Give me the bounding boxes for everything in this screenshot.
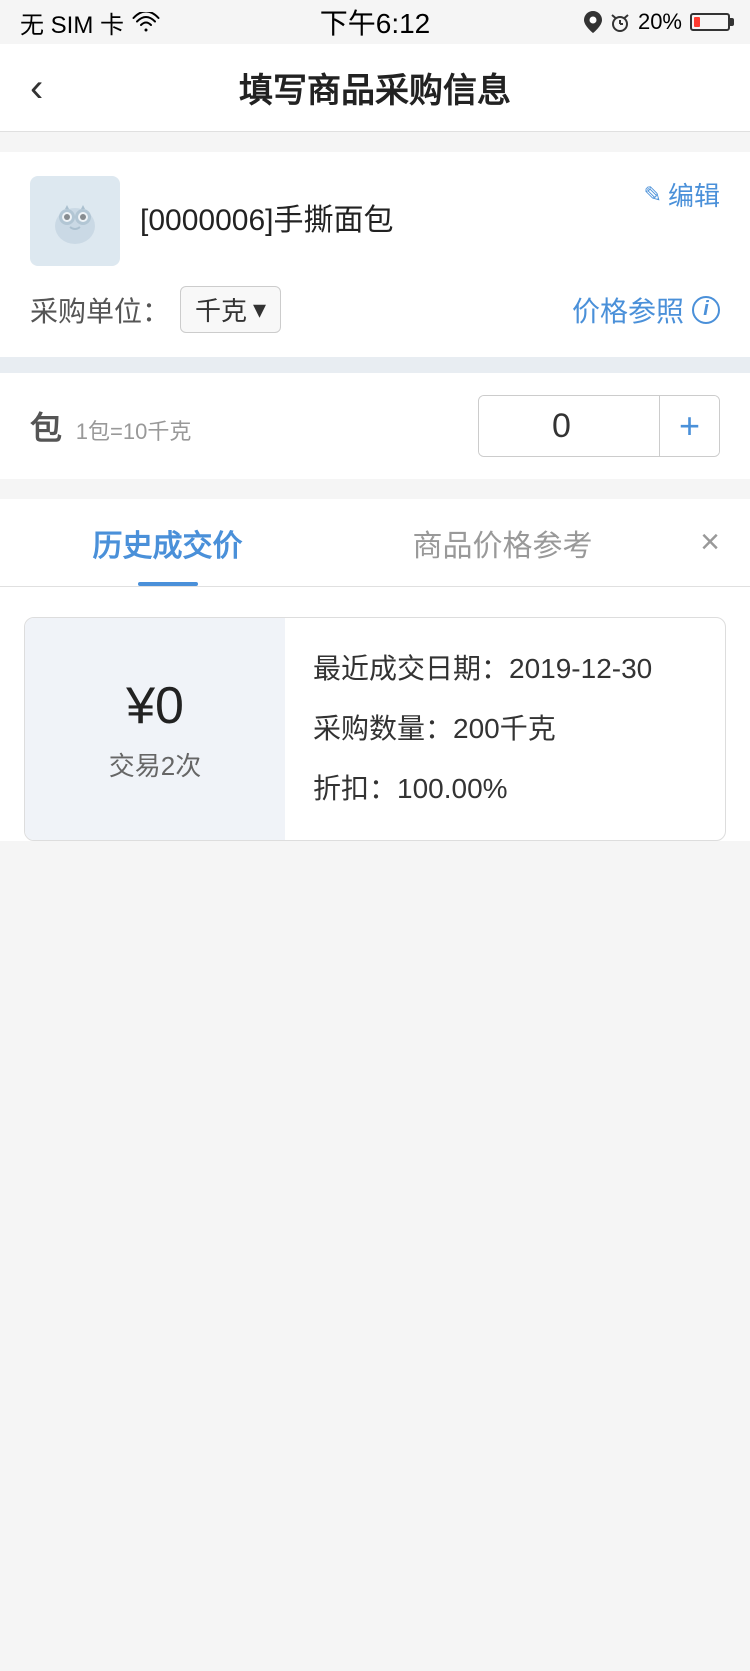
quantity-plus-button[interactable]: + (659, 396, 719, 456)
tab-active-indicator (138, 582, 198, 586)
edit-button[interactable]: ✎ 编辑 (644, 176, 720, 213)
unit-label: 采购单位： (30, 290, 170, 330)
nav-bar: ‹ 填写商品采购信息 (0, 44, 750, 132)
alarm-icon (610, 11, 630, 33)
product-info: [0000006]手撕面包 (30, 176, 393, 266)
product-card: [0000006]手撕面包 ✎ 编辑 采购单位： 千克 ▾ 价格参照 i (0, 152, 750, 357)
history-date-row: 最近成交日期：2019-12-30 (313, 648, 697, 690)
location-icon (584, 11, 602, 33)
divider (0, 357, 750, 373)
reference-panel: 历史成交价 商品价格参考 × ¥0 交易2次 最近成交日期：2019-12-30… (0, 499, 750, 841)
quantity-control: + (478, 395, 720, 457)
status-time: 下午6:12 (320, 2, 431, 42)
battery-icon (690, 13, 730, 31)
package-label: 包 1包=10千克 (30, 403, 191, 449)
quantity-row: 包 1包=10千克 + (0, 373, 750, 479)
main-content (0, 871, 750, 1671)
tab-history-price[interactable]: 历史成交价 (0, 499, 335, 586)
info-icon: i (692, 296, 720, 324)
history-discount-row: 折扣：100.00% (313, 768, 697, 810)
close-button[interactable]: × (670, 499, 750, 586)
wifi-icon (132, 12, 160, 32)
product-name: [0000006]手撕面包 (140, 200, 393, 242)
back-button[interactable]: ‹ (30, 68, 43, 108)
carrier-text: 无 SIM 卡 (20, 5, 124, 40)
edit-icon: ✎ (644, 182, 662, 208)
chevron-down-icon: ▾ (253, 294, 266, 325)
unit-selector[interactable]: 千克 ▾ (180, 286, 281, 333)
history-card: ¥0 交易2次 最近成交日期：2019-12-30 采购数量：200千克 折扣：… (24, 617, 726, 841)
tab-bar: 历史成交价 商品价格参考 × (0, 499, 750, 587)
history-qty-row: 采购数量：200千克 (313, 708, 697, 750)
status-carrier: 无 SIM 卡 (20, 5, 160, 40)
history-price-value: ¥0 (126, 676, 184, 736)
status-right: 20% (584, 9, 730, 35)
history-details: 最近成交日期：2019-12-30 采购数量：200千克 折扣：100.00% (285, 618, 725, 840)
history-price-section: ¥0 交易2次 (25, 618, 285, 840)
page-title: 填写商品采购信息 (239, 63, 511, 112)
quantity-input[interactable] (479, 396, 659, 456)
status-bar: 无 SIM 卡 下午6:12 20% (0, 0, 750, 44)
history-trades-count: 交易2次 (109, 746, 201, 783)
product-thumbnail (30, 176, 120, 266)
price-reference-button[interactable]: 价格参照 i (572, 290, 720, 330)
battery-text: 20% (638, 9, 682, 35)
tab-product-price-ref[interactable]: 商品价格参考 (335, 499, 670, 586)
product-logo (45, 191, 105, 251)
